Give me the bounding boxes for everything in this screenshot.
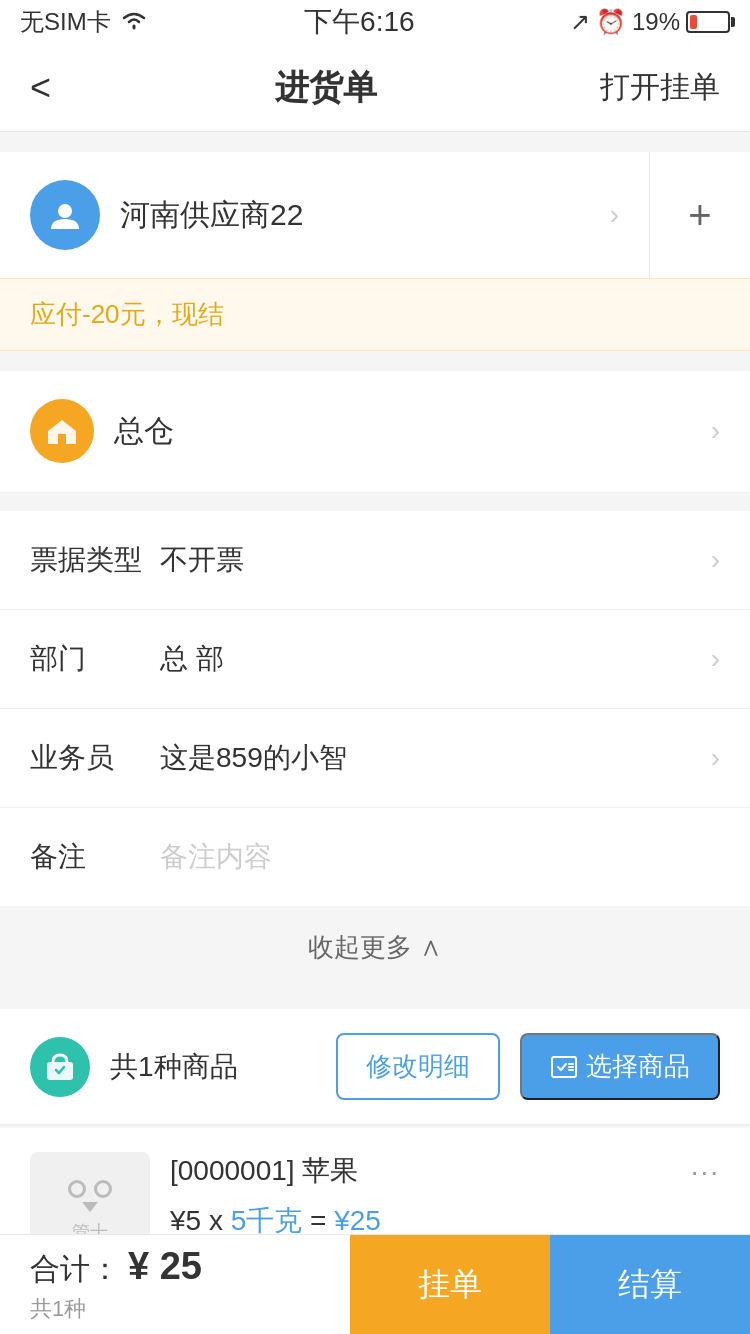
sales-value: 这是859的小智	[160, 739, 701, 777]
checkout-button[interactable]: 结算	[550, 1235, 750, 1334]
collapse-button[interactable]: 收起更多 ∧	[0, 906, 750, 989]
product-info: [0000001] 苹果 ¥5 x 5千克 = ¥25	[170, 1152, 660, 1240]
product-icon	[30, 1037, 90, 1097]
remark-placeholder[interactable]: 备注内容	[160, 838, 720, 876]
status-right: ↗ ⏰ 19%	[570, 8, 730, 36]
price-total: ¥25	[334, 1205, 381, 1236]
collapse-label: 收起更多 ∧	[308, 930, 441, 965]
warehouse-chevron: ›	[711, 415, 720, 447]
product-name: [0000001] 苹果	[170, 1152, 660, 1190]
alarm-icon: ⏰	[596, 8, 626, 36]
total-row: 合计： ¥ 25	[30, 1245, 320, 1290]
invoice-label: 票据类型	[30, 541, 160, 579]
back-button[interactable]: <	[30, 67, 51, 109]
supplier-name: 河南供应商22	[120, 195, 600, 236]
invoice-value: 不开票	[160, 541, 701, 579]
open-hang-button[interactable]: 打开挂单	[600, 67, 720, 108]
dept-label: 部门	[30, 640, 160, 678]
select-product-button[interactable]: 选择商品	[520, 1033, 720, 1100]
total-label: 合计：	[30, 1249, 120, 1290]
bottom-bar: 合计： ¥ 25 共1种 挂单 结算	[0, 1234, 750, 1334]
gap-3	[0, 491, 750, 511]
gap-1	[0, 132, 750, 152]
owl-eyes	[68, 1180, 112, 1198]
price-unit: ¥5 x	[170, 1205, 231, 1236]
product-more-button[interactable]: ···	[660, 1152, 720, 1188]
supplier-row[interactable]: 河南供应商22 ›	[0, 152, 650, 278]
owl-beak	[82, 1202, 98, 1212]
battery-icon	[686, 11, 730, 33]
gap-4	[0, 989, 750, 1009]
status-bar: 无SIM卡 下午6:16 ↗ ⏰ 19%	[0, 0, 750, 44]
wifi-icon	[119, 8, 149, 36]
supplier-avatar	[30, 180, 100, 250]
total-sub: 共1种	[30, 1294, 320, 1324]
battery-percent: 19%	[632, 8, 680, 36]
supplier-section: 河南供应商22 › +	[0, 152, 750, 278]
sales-label: 业务员	[30, 739, 160, 777]
hang-button[interactable]: 挂单	[350, 1235, 550, 1334]
page-title: 进货单	[275, 65, 377, 111]
modify-detail-button[interactable]: 修改明细	[336, 1033, 500, 1100]
warning-text: 应付-20元，现结	[30, 299, 224, 329]
total-section: 合计： ¥ 25 共1种	[0, 1235, 350, 1334]
thin-gap-1	[0, 1124, 750, 1126]
status-left: 无SIM卡	[20, 6, 149, 38]
supplier-chevron: ›	[610, 199, 619, 231]
dept-value: 总 部	[160, 640, 701, 678]
total-amount: ¥ 25	[128, 1245, 202, 1288]
warehouse-icon	[30, 399, 94, 463]
warning-banner: 应付-20元，现结	[0, 278, 750, 351]
remark-row[interactable]: 备注 备注内容	[0, 808, 750, 906]
form-section: 票据类型 不开票 › 部门 总 部 › 业务员 这是859的小智 › 备注 备注…	[0, 511, 750, 906]
sales-chevron: ›	[711, 742, 720, 774]
svg-rect-1	[58, 434, 66, 444]
sales-row[interactable]: 业务员 这是859的小智 ›	[0, 709, 750, 808]
remark-label: 备注	[30, 838, 160, 876]
price-eq: =	[310, 1205, 334, 1236]
product-count: 共1种商品	[110, 1048, 316, 1086]
gap-2	[0, 351, 750, 371]
add-supplier-button[interactable]: +	[650, 165, 750, 266]
dept-row[interactable]: 部门 总 部 ›	[0, 610, 750, 709]
price-qty: 5千克	[231, 1205, 303, 1236]
owl-left-eye	[68, 1180, 86, 1198]
warehouse-name: 总仓	[114, 411, 701, 452]
status-time: 下午6:16	[304, 3, 415, 41]
dept-chevron: ›	[711, 643, 720, 675]
owl-right-eye	[94, 1180, 112, 1198]
select-btn-label: 选择商品	[586, 1049, 690, 1084]
invoice-chevron: ›	[711, 544, 720, 576]
svg-point-0	[58, 204, 72, 218]
product-header: 共1种商品 修改明细 选择商品	[0, 1009, 750, 1124]
invoice-row[interactable]: 票据类型 不开票 ›	[0, 511, 750, 610]
carrier-label: 无SIM卡	[20, 6, 111, 38]
warehouse-row[interactable]: 总仓 ›	[0, 371, 750, 491]
location-icon: ↗	[570, 8, 590, 36]
nav-bar: < 进货单 打开挂单	[0, 44, 750, 132]
product-code: [0000001] 苹果	[170, 1155, 358, 1186]
